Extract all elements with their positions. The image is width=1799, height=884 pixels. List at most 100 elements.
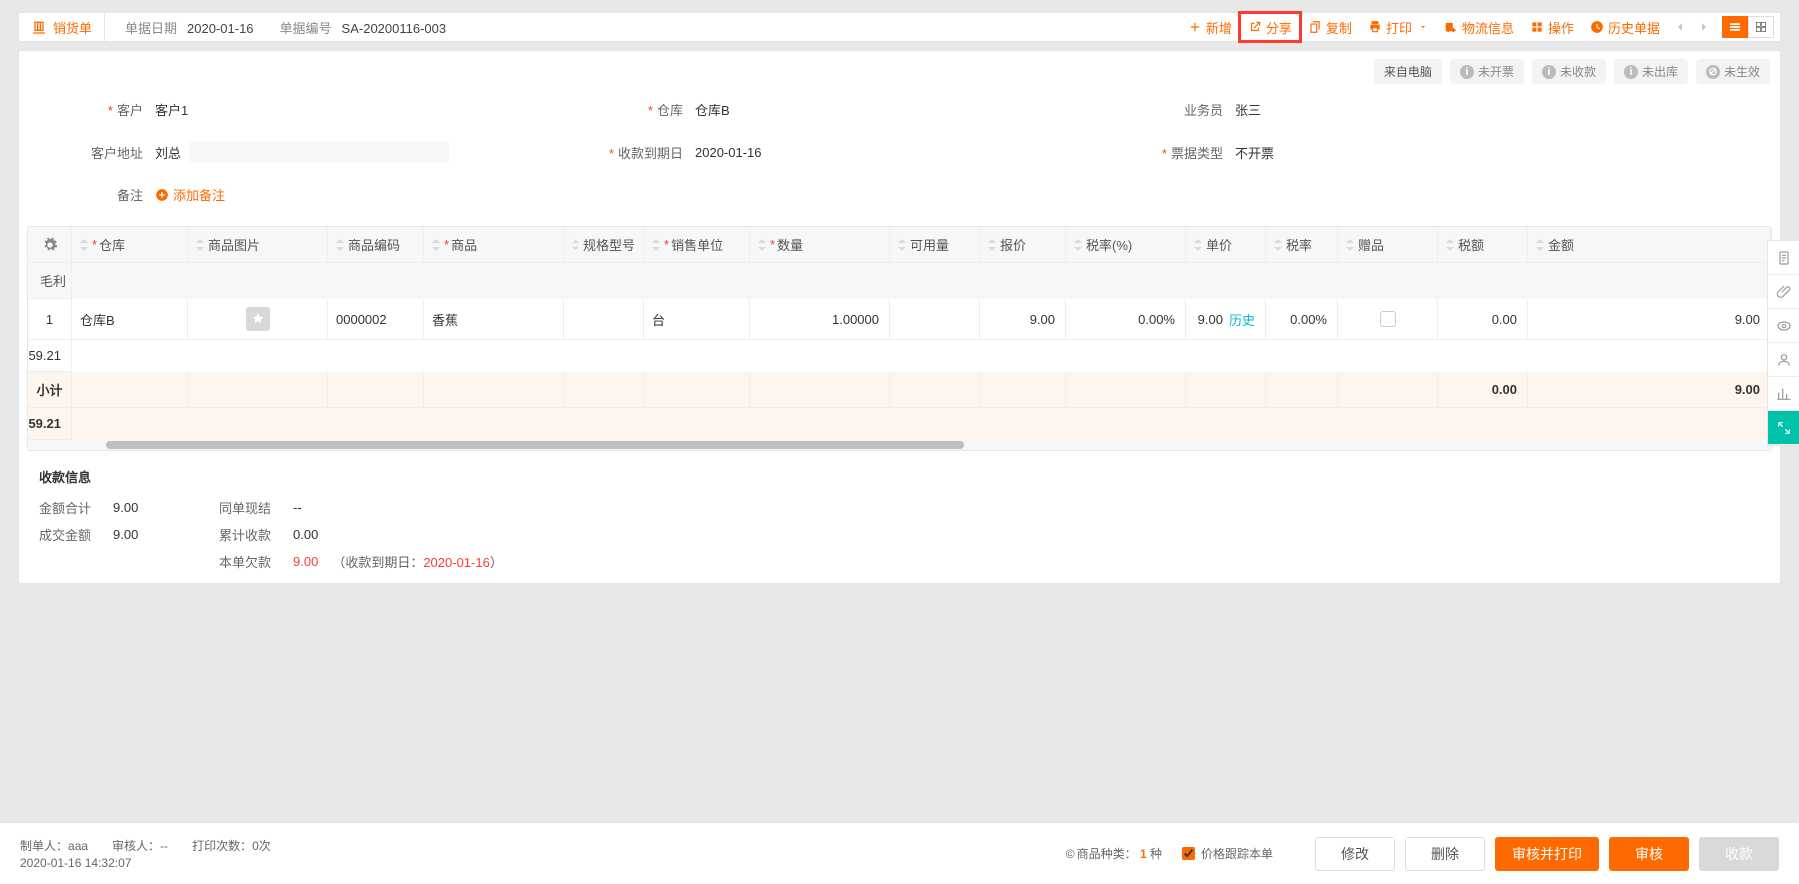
field-salesperson: 业务员张三 — [1139, 100, 1740, 119]
field-remark: 备注添加备注 — [59, 185, 599, 204]
document-icon — [1776, 250, 1792, 266]
history-icon — [1590, 20, 1604, 34]
expand-icon — [1776, 420, 1792, 436]
rail-document-button[interactable] — [1768, 241, 1799, 275]
th-gift[interactable]: 赠品 — [1338, 227, 1438, 263]
share-button[interactable]: 分享 — [1240, 13, 1300, 41]
truck-icon — [1444, 20, 1458, 34]
cell-unit-price: 9.00历史 — [1186, 299, 1266, 340]
operate-button[interactable]: 操作 — [1522, 13, 1582, 41]
status-no-outbound: i未出库 — [1614, 59, 1688, 84]
list-icon — [1728, 20, 1742, 34]
side-rail — [1767, 240, 1799, 446]
price-history-link[interactable]: 历史 — [1229, 310, 1255, 329]
tab-sales-order[interactable]: 销货单 — [25, 12, 105, 42]
address-placeholder — [189, 141, 449, 163]
th-warehouse[interactable]: *仓库 — [72, 227, 188, 263]
sort-icon — [336, 239, 344, 251]
th-unit-price[interactable]: 单价 — [1186, 227, 1266, 263]
th-offer[interactable]: 报价 — [980, 227, 1066, 263]
th-qty[interactable]: *数量 — [750, 227, 890, 263]
view-card-toggle[interactable] — [1748, 16, 1774, 38]
th-gross-profit[interactable]: 毛利 — [28, 263, 72, 299]
footer-bar: 制单人：aaa 审核人：-- 打印次数：0次 2020-01-16 14:32:… — [0, 822, 1799, 884]
eye-icon — [1776, 318, 1792, 334]
tab-title: 销货单 — [53, 18, 92, 37]
chart-icon — [1776, 386, 1792, 402]
next-doc-button[interactable] — [1692, 15, 1716, 39]
payment-title: 收款信息 — [39, 467, 1760, 486]
top-bar: 销货单 单据日期2020-01-16 单据编号SA-20200116-003 新… — [18, 12, 1781, 42]
cell-spec — [564, 299, 644, 340]
review-print-button[interactable]: 审核并打印 — [1495, 837, 1599, 871]
copy-icon — [1308, 20, 1322, 34]
owe-amount: 9.00 — [293, 554, 318, 569]
horizontal-scrollbar[interactable] — [28, 440, 1771, 450]
gift-checkbox[interactable] — [1380, 311, 1396, 327]
status-row: 来自电脑 i未开票 i未收款 i未出库 ⊘未生效 — [19, 51, 1780, 94]
th-vat-rate[interactable]: 税率 — [1266, 227, 1338, 263]
sort-icon — [1194, 239, 1202, 251]
status-no-invoice: i未开票 — [1450, 59, 1524, 84]
sort-icon — [758, 239, 766, 251]
th-tax-rate[interactable]: 税率(%) — [1066, 227, 1186, 263]
table-row[interactable]: 1 仓库B 0000002 香蕉 台 1.00000 9.00 0.00% 9.… — [28, 299, 1771, 372]
logistics-button[interactable]: 物流信息 — [1436, 13, 1522, 41]
sort-icon — [898, 239, 906, 251]
info-icon: i — [1460, 65, 1474, 79]
doc-info: 单据日期2020-01-16 单据编号SA-20200116-003 — [125, 18, 446, 37]
card-icon — [1754, 20, 1768, 34]
price-follow-checkbox[interactable]: 价格跟踪本单 — [1182, 845, 1273, 862]
print-button[interactable]: 打印 — [1360, 13, 1436, 41]
cell-qty: 1.00000 — [750, 299, 890, 340]
sort-icon — [432, 239, 440, 251]
cell-offer: 9.00 — [980, 299, 1066, 340]
rail-chart-button[interactable] — [1768, 377, 1799, 411]
sales-order-icon — [31, 19, 47, 35]
rail-user-button[interactable] — [1768, 343, 1799, 377]
cell-gross-profit: -59.21 — [28, 340, 72, 372]
sort-icon — [80, 239, 88, 251]
th-image[interactable]: 商品图片 — [188, 227, 328, 263]
rail-view-button[interactable] — [1768, 309, 1799, 343]
subtotal-amount: 9.00 — [1528, 372, 1771, 408]
th-product[interactable]: *商品 — [424, 227, 564, 263]
receive-button[interactable]: 收款 — [1699, 837, 1779, 871]
cell-available — [890, 299, 980, 340]
field-customer-address: 客户地址刘总 — [59, 141, 599, 163]
modify-button[interactable]: 修改 — [1315, 837, 1395, 871]
field-invoice-type: *票据类型不开票 — [1139, 141, 1740, 163]
rail-attachment-button[interactable] — [1768, 275, 1799, 309]
sort-icon — [988, 239, 996, 251]
th-code[interactable]: 商品编码 — [328, 227, 424, 263]
cell-index: 1 — [28, 299, 72, 340]
delete-button[interactable]: 删除 — [1405, 837, 1485, 871]
rail-expand-button[interactable] — [1768, 411, 1799, 445]
status-no-receipt: i未收款 — [1532, 59, 1606, 84]
copy-button[interactable]: 复制 — [1300, 13, 1360, 41]
field-due-date: *收款到期日2020-01-16 — [599, 141, 1139, 163]
sort-icon — [1274, 239, 1282, 251]
table-settings-button[interactable] — [28, 227, 72, 263]
sort-icon — [1346, 239, 1354, 251]
plus-circle-icon — [155, 188, 169, 202]
doc-no-label: 单据编号 — [280, 21, 332, 36]
review-button[interactable]: 审核 — [1609, 837, 1689, 871]
add-remark-link[interactable]: 添加备注 — [155, 185, 225, 204]
image-placeholder-icon — [246, 307, 270, 331]
payment-section: 收款信息 金额合计9.00 同单现结-- 成交金额9.00 累计收款0.00 本… — [19, 451, 1780, 575]
grid-icon — [1530, 20, 1544, 34]
history-button[interactable]: 历史单据 — [1582, 13, 1668, 41]
prev-doc-button[interactable] — [1668, 15, 1692, 39]
th-tax-amount[interactable]: 税额 — [1438, 227, 1528, 263]
th-sale-unit[interactable]: *销售单位 — [644, 227, 750, 263]
th-amount[interactable]: 金额 — [1528, 227, 1771, 263]
th-available[interactable]: 可用量 — [890, 227, 980, 263]
field-warehouse: *仓库仓库B — [599, 100, 1139, 119]
th-spec[interactable]: 规格型号 — [564, 227, 644, 263]
add-button[interactable]: 新增 — [1180, 13, 1240, 41]
line-items-table: *仓库 商品图片 商品编码 *商品 规格型号 *销售单位 *数量 可用量 报价 … — [27, 226, 1772, 451]
view-list-toggle[interactable] — [1722, 16, 1748, 38]
subtotal-gross-profit: -59.21 — [28, 408, 72, 440]
cell-amount: 9.00 — [1528, 299, 1771, 340]
